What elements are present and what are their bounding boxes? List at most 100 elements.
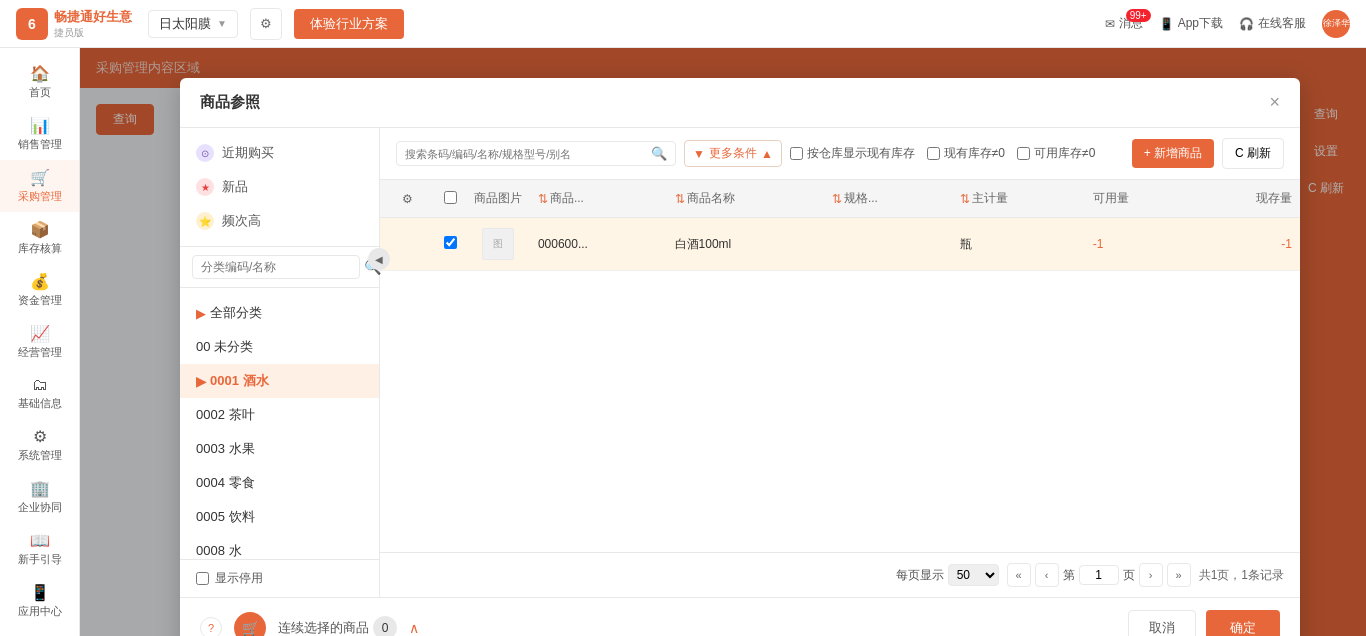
product-search-input[interactable] xyxy=(405,148,651,160)
sidebar-item-basic[interactable]: 🗂 基础信息 xyxy=(0,368,79,419)
table-row[interactable]: 图 000600... 白酒100ml 瓶 -1 -1 xyxy=(380,218,1300,271)
category-item-0004[interactable]: 0004 零食 xyxy=(180,466,379,500)
row-spec xyxy=(824,218,952,271)
col-header-unit[interactable]: ⇅主计量 xyxy=(952,180,1084,218)
message-btn[interactable]: ✉ 消息 99+ xyxy=(1105,15,1143,32)
product-image: 图 xyxy=(482,228,514,260)
sidebar-item-label: 系统管理 xyxy=(18,448,62,463)
add-product-btn[interactable]: + 新增商品 xyxy=(1132,139,1214,168)
row-checkbox[interactable] xyxy=(436,218,466,271)
phone-icon: 📱 xyxy=(1159,17,1174,31)
sales-icon: 📊 xyxy=(30,116,50,135)
category-item-00[interactable]: 00 未分类 xyxy=(180,330,379,364)
category-item-0002[interactable]: 0002 茶叶 xyxy=(180,398,379,432)
main-layout: 🏠 首页 📊 销售管理 🛒 采购管理 📦 库存核算 💰 资金管理 📈 经营管理 … xyxy=(0,48,1366,636)
active-arrow-icon: ▶ xyxy=(196,374,206,389)
refresh-btn[interactable]: C 刷新 xyxy=(1222,138,1284,169)
available-not-zero-checkbox[interactable] xyxy=(1017,147,1030,160)
message-icon: ✉ xyxy=(1105,17,1115,31)
arrow-up-icon: ▲ xyxy=(761,147,773,161)
logo-text: 畅捷通好生意 捷员版 xyxy=(54,8,132,40)
settings-icon[interactable]: ⚙ xyxy=(250,8,282,40)
table-header-row: ⚙ 商品图片 ⇅商品... xyxy=(380,180,1300,218)
stock-not-zero-checkbox[interactable] xyxy=(927,147,940,160)
page-number-input[interactable] xyxy=(1079,565,1119,585)
sidebar-item-enterprise[interactable]: 🏢 企业协同 xyxy=(0,471,79,523)
filter-checkboxes: 按仓库显示现有库存 现有库存≠0 可用库存≠0 xyxy=(790,145,1096,162)
col-header-name[interactable]: ⇅商品名称 xyxy=(667,180,824,218)
category-item-0003[interactable]: 0003 水果 xyxy=(180,432,379,466)
col-header-spec[interactable]: ⇅规格... xyxy=(824,180,952,218)
row-img: 图 xyxy=(466,218,530,271)
category-item-all[interactable]: ▶ 全部分类 xyxy=(180,296,379,330)
product-search-wrap: 🔍 xyxy=(396,141,676,166)
next-page-btn[interactable]: › xyxy=(1139,563,1163,587)
more-filter-btn[interactable]: ▼ 更多条件 ▲ xyxy=(684,140,782,167)
sidebar-item-label: 首页 xyxy=(29,85,51,100)
product-table: ⚙ 商品图片 ⇅商品... xyxy=(380,180,1300,271)
confirm-button[interactable]: 确定 xyxy=(1206,610,1280,636)
sidebar-item-guide[interactable]: 📖 新手引导 xyxy=(0,523,79,575)
col-header-code[interactable]: ⇅商品... xyxy=(530,180,667,218)
user-area[interactable]: 徐泽华 xyxy=(1322,10,1350,38)
category-list: ▶ 全部分类 00 未分类 ▶ 0001 酒水 0002 茶叶 xyxy=(180,288,379,559)
select-all-checkbox[interactable] xyxy=(444,191,457,204)
sidebar-item-label: 采购管理 xyxy=(18,189,62,204)
help-icon[interactable]: ? xyxy=(200,617,222,636)
category-item-0005[interactable]: 0005 饮料 xyxy=(180,500,379,534)
first-page-btn[interactable]: « xyxy=(1007,563,1031,587)
category-item-0008[interactable]: 0008 水 xyxy=(180,534,379,559)
row-name: 白酒100ml xyxy=(667,218,824,271)
recent-tab[interactable]: ⊙ 近期购买 xyxy=(180,136,379,170)
page-size-dropdown[interactable]: 20 50 100 xyxy=(948,564,999,586)
dialog-header: 商品参照 × xyxy=(180,78,1300,128)
sidebar-item-finance[interactable]: 💰 资金管理 xyxy=(0,264,79,316)
avatar: 徐泽华 xyxy=(1322,10,1350,38)
show-disabled-checkbox[interactable] xyxy=(196,572,209,585)
collapse-panel-btn[interactable]: ◀ xyxy=(368,248,390,270)
sidebar-item-system[interactable]: ⚙ 系统管理 xyxy=(0,419,79,471)
col-header-gear[interactable]: ⚙ xyxy=(380,180,436,218)
product-table-wrap: ⚙ 商品图片 ⇅商品... xyxy=(380,180,1300,552)
sidebar-item-member[interactable]: V 畅会员 xyxy=(0,627,79,636)
show-disabled-label[interactable]: 显示停用 xyxy=(215,570,263,587)
new-tab[interactable]: ★ 新品 xyxy=(180,170,379,204)
expand-icon: ▶ xyxy=(196,306,206,321)
sidebar-item-home[interactable]: 🏠 首页 xyxy=(0,56,79,108)
row-select-checkbox[interactable] xyxy=(444,236,457,249)
prev-page-btn[interactable]: ‹ xyxy=(1035,563,1059,587)
category-item-0001[interactable]: ▶ 0001 酒水 xyxy=(180,364,379,398)
sidebar-item-operations[interactable]: 📈 经营管理 xyxy=(0,316,79,368)
available-check-label[interactable]: 可用库存≠0 xyxy=(1017,145,1095,162)
dropdown-arrow-icon: ▼ xyxy=(217,18,227,29)
nav-right: ✉ 消息 99+ 📱 App下载 🎧 在线客服 徐泽华 xyxy=(1105,10,1350,38)
left-tabs: ⊙ 近期购买 ★ 新品 ⭐ 频次高 xyxy=(180,128,379,247)
collapse-up-icon[interactable]: ∧ xyxy=(409,620,419,636)
row-code: 000600... xyxy=(530,218,667,271)
sidebar-item-sales[interactable]: 📊 销售管理 xyxy=(0,108,79,160)
pagination: 每页显示 20 50 100 « ‹ 第 页 xyxy=(380,552,1300,597)
sidebar-item-apps[interactable]: 📱 应用中心 xyxy=(0,575,79,627)
close-icon[interactable]: × xyxy=(1269,92,1280,113)
main-content: 采购管理内容区域 查询 查询 设置 C 刷新 商品参照 × xyxy=(80,48,1366,636)
sidebar-item-label: 销售管理 xyxy=(18,137,62,152)
filter-icon: ▼ xyxy=(693,147,705,161)
warehouse-check-label[interactable]: 按仓库显示现有库存 xyxy=(790,145,915,162)
frequent-tab[interactable]: ⭐ 频次高 xyxy=(180,204,379,238)
sidebar-item-inventory[interactable]: 📦 库存核算 xyxy=(0,212,79,264)
dropdown-selector[interactable]: 日太阳膜 ▼ xyxy=(148,10,238,38)
logo-icon: 6 xyxy=(16,8,48,40)
sidebar-item-label: 新手引导 xyxy=(18,552,62,567)
cancel-button[interactable]: 取消 xyxy=(1128,610,1196,636)
category-search-input[interactable] xyxy=(192,255,360,279)
cart-icon[interactable]: 🛒 xyxy=(234,612,266,636)
sidebar: 🏠 首页 📊 销售管理 🛒 采购管理 📦 库存核算 💰 资金管理 📈 经营管理 … xyxy=(0,48,80,636)
app-download-btn[interactable]: 📱 App下载 xyxy=(1159,15,1223,32)
category-search: 🔍 xyxy=(180,247,379,288)
sidebar-item-purchase[interactable]: 🛒 采购管理 xyxy=(0,160,79,212)
experience-btn[interactable]: 体验行业方案 xyxy=(294,9,404,39)
last-page-btn[interactable]: » xyxy=(1167,563,1191,587)
stock-check-label[interactable]: 现有库存≠0 xyxy=(927,145,1005,162)
warehouse-checkbox[interactable] xyxy=(790,147,803,160)
online-service-btn[interactable]: 🎧 在线客服 xyxy=(1239,15,1306,32)
